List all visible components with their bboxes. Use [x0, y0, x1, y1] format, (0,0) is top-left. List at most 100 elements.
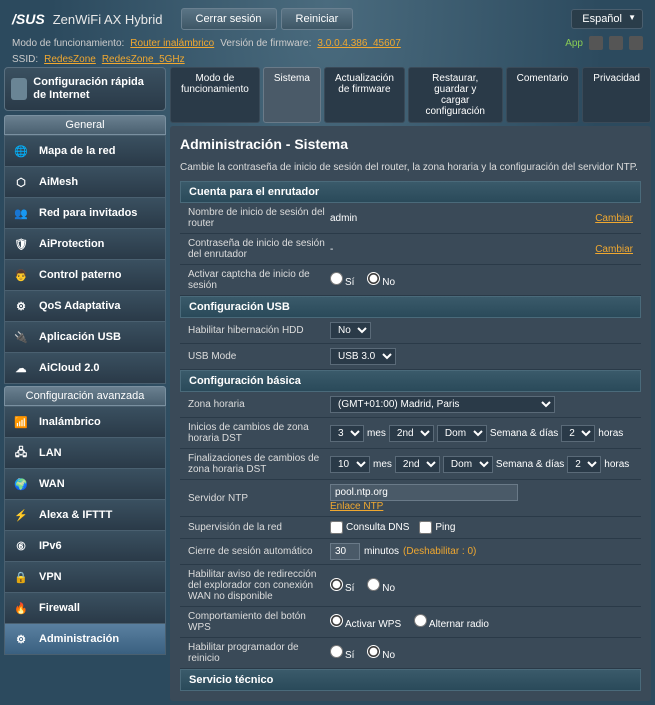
gear-icon: [11, 78, 27, 100]
nav-icon: 🌐: [11, 141, 31, 161]
mode-label: Modo de funcionamiento:: [12, 38, 124, 49]
ntp-server-label: Servidor NTP: [188, 493, 330, 504]
dst-week-select[interactable]: 2nd: [389, 425, 434, 442]
quick-setup[interactable]: Configuración rápida de Internet: [4, 67, 166, 111]
category-general: General: [4, 115, 166, 135]
reboot-no-radio[interactable]: [367, 645, 380, 658]
sidebar-item[interactable]: ⚡Alexa & IFTTT: [4, 500, 166, 531]
nav-icon: 📶: [11, 412, 31, 432]
nav-icon: ⚡: [11, 505, 31, 525]
fw-link[interactable]: 3.0.0.4.386_45607: [317, 38, 400, 49]
tab[interactable]: Comentario: [506, 67, 580, 123]
dst-day-select[interactable]: Dom: [443, 456, 493, 473]
nav-icon: 🔥: [11, 598, 31, 618]
dst-month-select[interactable]: 10: [330, 456, 370, 473]
app-icon[interactable]: [589, 36, 603, 50]
dst-hour-select[interactable]: 2: [561, 425, 595, 442]
login-name-value: admin: [330, 213, 357, 224]
nav-label: Inalámbrico: [39, 416, 101, 428]
disable-hint: (Deshabilitar : 0): [403, 546, 476, 557]
hdd-hibernate-select[interactable]: No: [330, 322, 371, 339]
change-login-link[interactable]: Cambiar: [595, 213, 633, 224]
model-name: ZenWiFi AX Hybrid: [53, 12, 163, 27]
nav-label: Mapa de la red: [39, 145, 115, 157]
ssid-link[interactable]: RedesZone: [44, 54, 96, 65]
timezone-select[interactable]: (GMT+01:00) Madrid, Paris: [330, 396, 555, 413]
captcha-label: Activar captcha de inicio de sesión: [188, 269, 330, 291]
nav-label: VPN: [39, 571, 62, 583]
wps-activate-radio[interactable]: [330, 614, 343, 627]
nav-label: Firewall: [39, 602, 80, 614]
tab[interactable]: Sistema: [263, 67, 321, 123]
dst-day-select[interactable]: Dom: [437, 425, 487, 442]
captcha-no-radio[interactable]: [367, 272, 380, 285]
nav-icon: 🛡: [11, 234, 31, 254]
redirect-yes-radio[interactable]: [330, 578, 343, 591]
sidebar-item[interactable]: 👥 Red para invitados: [4, 198, 166, 229]
reboot-yes-radio[interactable]: [330, 645, 343, 658]
sidebar-item[interactable]: ⑥IPv6: [4, 531, 166, 562]
dst-start-label: Inicios de cambios de zona horaria DST: [188, 422, 330, 444]
autologout-input[interactable]: [330, 543, 360, 560]
nav-icon: 👥: [11, 203, 31, 223]
tab[interactable]: Actualización de firmware: [324, 67, 405, 123]
timezone-label: Zona horaria: [188, 399, 330, 410]
dst-month-select[interactable]: 3: [330, 425, 364, 442]
wps-toggle-radio[interactable]: [414, 614, 427, 627]
nav-icon: 🖧: [11, 443, 31, 463]
sidebar-item[interactable]: ⚙ Administración: [4, 624, 166, 655]
nav-label: Red para invitados: [39, 207, 137, 219]
nav-icon: ⚙: [11, 296, 31, 316]
dns-query-checkbox[interactable]: [330, 521, 343, 534]
app-icon[interactable]: [629, 36, 643, 50]
logout-button[interactable]: Cerrar sesión: [181, 8, 277, 30]
tab[interactable]: Modo de funcionamiento: [170, 67, 260, 123]
usb-mode-select[interactable]: USB 3.0: [330, 348, 396, 365]
nav-icon: 🔌: [11, 327, 31, 347]
nav-icon: ⚙: [11, 629, 31, 649]
sidebar-item[interactable]: ⚙QoS Adaptativa: [4, 291, 166, 322]
sidebar-item[interactable]: 🔒VPN: [4, 562, 166, 593]
dst-week-select[interactable]: 2nd: [395, 456, 440, 473]
nav-icon: 👨: [11, 265, 31, 285]
sidebar-item[interactable]: ⬡ AiMesh: [4, 167, 166, 198]
sidebar-item[interactable]: 🔥 Firewall: [4, 593, 166, 624]
ntp-link[interactable]: Enlace NTP: [330, 501, 383, 512]
sidebar-item[interactable]: ☁AiCloud 2.0: [4, 353, 166, 384]
sidebar-item[interactable]: 📶 Inalámbrico: [4, 406, 166, 438]
tab[interactable]: Privacidad: [582, 67, 651, 123]
tab[interactable]: Restaurar, guardar y cargar configuració…: [408, 67, 503, 123]
redirect-no-radio[interactable]: [367, 578, 380, 591]
dst-hour-select[interactable]: 2: [567, 456, 601, 473]
ntp-server-input[interactable]: [330, 484, 518, 501]
fw-label: Versión de firmware:: [220, 38, 311, 49]
sidebar-item[interactable]: 🖧LAN: [4, 438, 166, 469]
mode-link[interactable]: Router inalámbrico: [130, 38, 214, 49]
autologout-label: Cierre de sesión automático: [188, 546, 330, 557]
category-advanced: Configuración avanzada: [4, 386, 166, 406]
usb-mode-label: USB Mode: [188, 351, 330, 362]
change-password-link[interactable]: Cambiar: [595, 244, 633, 255]
nav-label: Administración: [39, 633, 119, 645]
wps-behavior-label: Comportamiento del botón WPS: [188, 611, 330, 633]
sidebar-item[interactable]: 🌐 Mapa de la red: [4, 135, 166, 167]
nav-label: IPv6: [39, 540, 62, 552]
page-description: Cambie la contraseña de inicio de sesión…: [180, 162, 641, 173]
sidebar-item[interactable]: 🔌Aplicación USB: [4, 322, 166, 353]
nav-icon: ⬡: [11, 172, 31, 192]
sidebar-item[interactable]: 🛡 AiProtection: [4, 229, 166, 260]
section-usb: Configuración USB: [180, 296, 641, 318]
sidebar-item[interactable]: 👨Control paterno: [4, 260, 166, 291]
brand-logo: /SUS: [12, 11, 45, 27]
reboot-button[interactable]: Reiniciar: [281, 8, 354, 30]
app-icon[interactable]: [609, 36, 623, 50]
nav-label: AiMesh: [39, 176, 78, 188]
password-value: -: [330, 244, 333, 255]
ssid-link[interactable]: RedesZone_5GHz: [102, 54, 185, 65]
nav-label: AiProtection: [39, 238, 104, 250]
sidebar-item[interactable]: 🌍WAN: [4, 469, 166, 500]
captcha-yes-radio[interactable]: [330, 272, 343, 285]
language-select[interactable]: Español: [571, 9, 643, 29]
nav-icon: ☁: [11, 358, 31, 378]
ping-checkbox[interactable]: [419, 521, 432, 534]
